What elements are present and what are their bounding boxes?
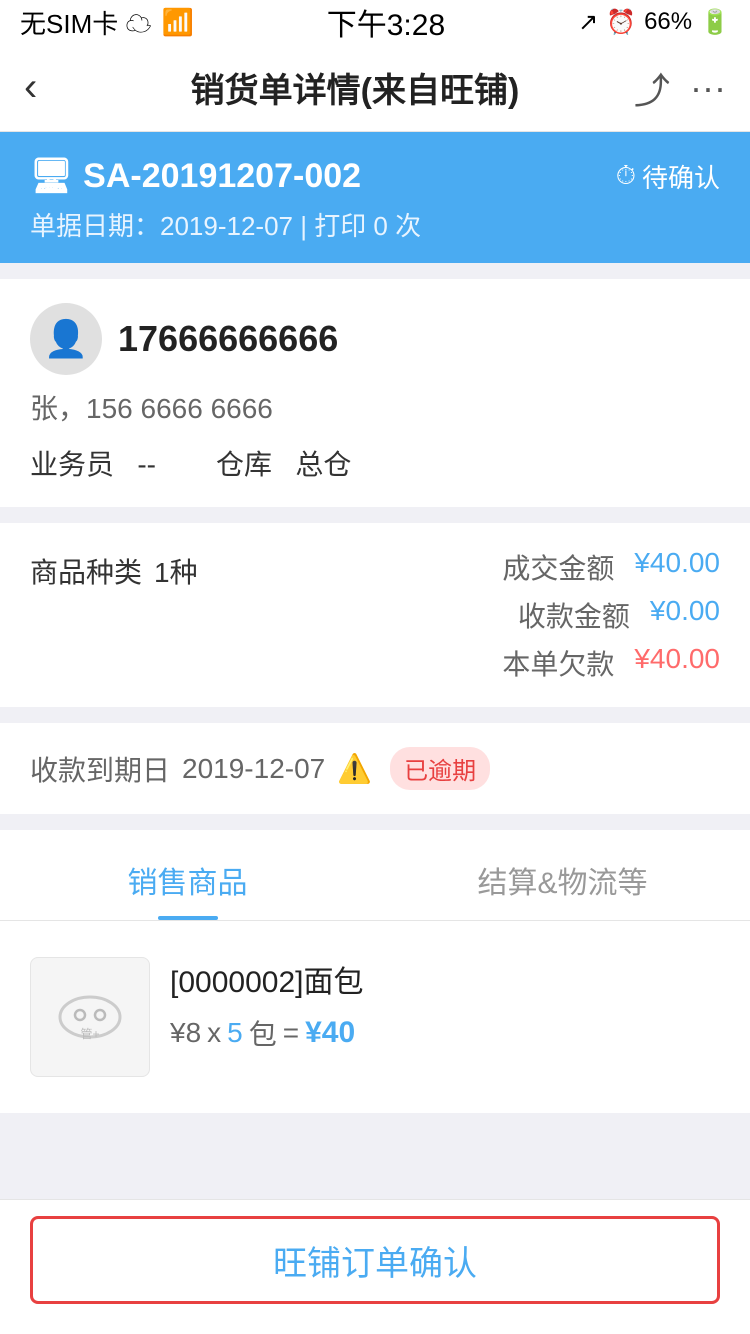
due-date: 2019-12-07 xyxy=(182,753,325,785)
multiply-sign: x xyxy=(207,1017,221,1049)
nav-bar: ‹ 销货单详情(来自旺铺) ⤴ ··· xyxy=(0,44,750,132)
order-date: 单据日期：2019-12-07 | 打印 0 次 xyxy=(30,206,720,243)
owed-value: ¥40.00 xyxy=(634,643,720,683)
bottom-bar: 旺铺订单确认 xyxy=(0,1199,750,1334)
summary-section: 商品种类 1种 成交金额 ¥40.00 收款金额 ¥0.00 本单欠款 ¥40.… xyxy=(0,523,750,707)
status-text: 待确认 xyxy=(642,158,720,195)
owed-label: 本单欠款 xyxy=(502,643,614,683)
product-qty: 5 xyxy=(227,1017,243,1049)
location-icon: ↗ xyxy=(578,8,598,37)
back-button[interactable]: ‹ xyxy=(24,65,84,110)
product-type-label: 商品种类 xyxy=(30,551,142,591)
overdue-badge: 已逾期 xyxy=(390,747,490,790)
due-section: 收款到期日 2019-12-07 ⚠️ 已逾期 xyxy=(0,723,750,814)
product-price-row: ¥8 x 5 包 = ¥40 xyxy=(170,1013,720,1053)
product-thumbnail: 管+ xyxy=(30,957,150,1077)
salesperson-value: -- xyxy=(137,449,156,480)
overdue-warning-icon: ⚠️ xyxy=(337,752,372,785)
transaction-row: 成交金额 ¥40.00 xyxy=(502,547,720,587)
equals-sign: = xyxy=(283,1017,299,1049)
alarm-icon: ⏰ xyxy=(606,8,636,37)
transaction-label: 成交金额 xyxy=(502,547,614,587)
amounts: 成交金额 ¥40.00 收款金额 ¥0.00 本单欠款 ¥40.00 xyxy=(502,547,720,683)
received-row: 收款金额 ¥0.00 xyxy=(518,595,720,635)
order-status: ⏱ 待确认 xyxy=(616,158,720,195)
due-label: 收款到期日 xyxy=(30,749,170,789)
warehouse-value: 总仓 xyxy=(295,449,351,480)
product-total: ¥40 xyxy=(305,1016,355,1050)
salesperson-label: 业务员 xyxy=(30,449,114,480)
product-type: 商品种类 1种 xyxy=(30,547,198,591)
order-id: 🖥 SA-20191207-002 xyxy=(30,156,361,196)
salesperson-field: 业务员 -- xyxy=(30,443,156,483)
product-unit: 包 xyxy=(249,1013,277,1053)
product-type-value: 1种 xyxy=(154,551,198,591)
tabs-row: 销售商品 结算&物流等 xyxy=(0,830,750,921)
product-logo-icon: 管+ xyxy=(55,982,125,1052)
wifi-icon: 📶 xyxy=(161,7,193,38)
product-list: 管+ [0000002]面包 ¥8 x 5 包 = ¥40 xyxy=(0,921,750,1113)
warehouse-label: 仓库 xyxy=(216,449,272,480)
order-header: 🖥 SA-20191207-002 ⏱ 待确认 单据日期：2019-12-07 … xyxy=(0,132,750,263)
transaction-value: ¥40.00 xyxy=(634,547,720,587)
received-value: ¥0.00 xyxy=(650,595,720,635)
avatar-icon: 👤 xyxy=(44,318,89,360)
order-icon: 🖥 xyxy=(30,156,73,196)
tab-sales-product[interactable]: 销售商品 xyxy=(0,830,375,920)
tabs-section: 销售商品 结算&物流等 管+ [0000002]面包 ¥8 x 5 包 xyxy=(0,830,750,1113)
customer-section: 👤 17666666666 张，156 6666 6666 业务员 -- 仓库 … xyxy=(0,279,750,507)
sim-label: 无SIM卡 ☁ xyxy=(20,4,151,41)
battery-level: 66% xyxy=(644,8,692,36)
order-id-text: SA-20191207-002 xyxy=(83,157,361,196)
warehouse-field: 仓库 总仓 xyxy=(216,443,351,483)
page-title: 销货单详情(来自旺铺) xyxy=(84,63,626,112)
share-icon[interactable]: ⤴ xyxy=(634,62,670,114)
status-bar: 无SIM卡 ☁ 📶 下午3:28 ↗ ⏰ 66% 🔋 xyxy=(0,0,750,44)
nav-actions: ⤴ ··· xyxy=(626,62,726,114)
status-clock-icon: ⏱ xyxy=(616,160,636,192)
status-left: 无SIM卡 ☁ 📶 xyxy=(20,4,194,41)
product-name: [0000002]面包 xyxy=(170,957,720,1001)
customer-name: 张，156 6666 6666 xyxy=(30,387,720,427)
customer-row: 👤 17666666666 xyxy=(30,303,720,375)
received-label: 收款金额 xyxy=(518,595,630,635)
svg-text:管+: 管+ xyxy=(80,1026,99,1041)
customer-meta: 业务员 -- 仓库 总仓 xyxy=(30,443,720,483)
order-header-top: 🖥 SA-20191207-002 ⏱ 待确认 xyxy=(30,156,720,196)
avatar: 👤 xyxy=(30,303,102,375)
tab-settlement[interactable]: 结算&物流等 xyxy=(375,830,750,920)
customer-phone: 17666666666 xyxy=(118,318,338,360)
product-item: 管+ [0000002]面包 ¥8 x 5 包 = ¥40 xyxy=(30,941,720,1093)
divider-1 xyxy=(0,263,750,279)
battery-icon: 🔋 xyxy=(700,8,730,37)
status-right: ↗ ⏰ 66% 🔋 xyxy=(578,8,730,37)
confirm-order-button[interactable]: 旺铺订单确认 xyxy=(30,1216,720,1304)
more-icon[interactable]: ··· xyxy=(690,67,726,109)
status-time: 下午3:28 xyxy=(327,0,445,44)
product-price: ¥8 xyxy=(170,1017,201,1049)
owed-row: 本单欠款 ¥40.00 xyxy=(502,643,720,683)
product-info: [0000002]面包 ¥8 x 5 包 = ¥40 xyxy=(170,957,720,1077)
